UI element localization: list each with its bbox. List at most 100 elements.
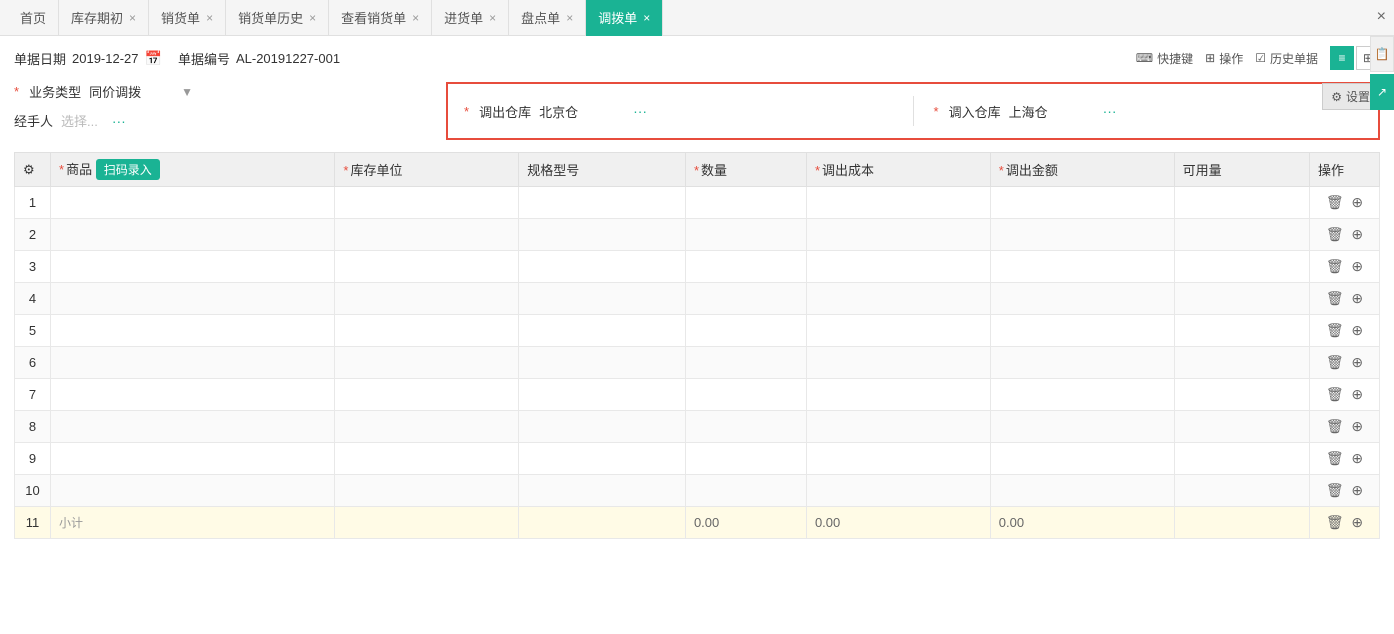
- person-more-icon[interactable]: ···: [112, 113, 126, 129]
- spec-cell[interactable]: [519, 443, 686, 475]
- available-cell[interactable]: [1174, 315, 1309, 347]
- amount-cell[interactable]: [990, 379, 1174, 411]
- product-cell[interactable]: [51, 219, 335, 251]
- cost-cell[interactable]: [806, 187, 990, 219]
- spec-cell[interactable]: [519, 347, 686, 379]
- cost-cell[interactable]: [806, 379, 990, 411]
- qty-cell[interactable]: [685, 219, 806, 251]
- delete-icon[interactable]: 🗑: [1326, 482, 1344, 498]
- spec-cell[interactable]: [519, 315, 686, 347]
- qty-cell[interactable]: [685, 187, 806, 219]
- close-window-button[interactable]: ×: [1377, 8, 1386, 26]
- tab-home[interactable]: 首页: [8, 0, 59, 36]
- qty-cell[interactable]: [685, 315, 806, 347]
- spec-cell[interactable]: [519, 219, 686, 251]
- tab-view-sales[interactable]: 查看销货单 ×: [329, 0, 432, 36]
- tab-sales-history[interactable]: 销货单历史 ×: [226, 0, 329, 36]
- product-cell[interactable]: [51, 379, 335, 411]
- unit-cell[interactable]: [335, 443, 519, 475]
- cost-cell[interactable]: [806, 251, 990, 283]
- qty-cell[interactable]: [685, 475, 806, 507]
- unit-cell[interactable]: [335, 379, 519, 411]
- scan-input-button[interactable]: 扫码录入: [96, 159, 160, 180]
- copy-icon[interactable]: ⊕: [1351, 258, 1363, 274]
- available-cell[interactable]: [1174, 283, 1309, 315]
- unit-cell[interactable]: [335, 347, 519, 379]
- unit-cell[interactable]: [335, 411, 519, 443]
- shortcut-button[interactable]: ⌨ 快捷键: [1136, 50, 1193, 67]
- product-cell[interactable]: [51, 411, 335, 443]
- copy-icon[interactable]: ⊕: [1351, 386, 1363, 402]
- copy-icon[interactable]: ⊕: [1351, 322, 1363, 338]
- amount-cell[interactable]: [990, 475, 1174, 507]
- amount-cell[interactable]: [990, 443, 1174, 475]
- view-list-button[interactable]: ≡: [1330, 46, 1354, 70]
- amount-cell[interactable]: [990, 251, 1174, 283]
- spec-cell[interactable]: [519, 251, 686, 283]
- available-cell[interactable]: [1174, 251, 1309, 283]
- copy-icon[interactable]: ⊕: [1351, 450, 1363, 466]
- product-cell[interactable]: [51, 187, 335, 219]
- copy-icon[interactable]: ⊕: [1351, 226, 1363, 242]
- copy-icon[interactable]: ⊕: [1351, 482, 1363, 498]
- spec-cell[interactable]: [519, 379, 686, 411]
- delete-icon[interactable]: 🗑: [1326, 418, 1344, 434]
- amount-cell[interactable]: [990, 283, 1174, 315]
- copy-icon[interactable]: ⊕: [1351, 418, 1363, 434]
- delete-icon[interactable]: 🗑: [1326, 514, 1344, 530]
- available-cell[interactable]: [1174, 475, 1309, 507]
- amount-cell[interactable]: [990, 219, 1174, 251]
- history-button[interactable]: ☑ 历史单据: [1255, 50, 1318, 67]
- product-cell[interactable]: [51, 315, 335, 347]
- tab-sales-order[interactable]: 销货单 ×: [149, 0, 226, 36]
- delete-icon[interactable]: 🗑: [1326, 354, 1344, 370]
- cost-cell[interactable]: [806, 475, 990, 507]
- col-settings[interactable]: ⚙: [15, 153, 51, 187]
- unit-cell[interactable]: [335, 187, 519, 219]
- cost-cell[interactable]: [806, 347, 990, 379]
- tab-inventory-init[interactable]: 库存期初 ×: [59, 0, 149, 36]
- cost-cell[interactable]: [806, 443, 990, 475]
- tab-close-purchase[interactable]: ×: [489, 11, 496, 25]
- qty-cell[interactable]: [685, 283, 806, 315]
- copy-icon[interactable]: ⊕: [1351, 290, 1363, 306]
- product-cell[interactable]: [51, 283, 335, 315]
- sidebar-expand-button[interactable]: ↗: [1370, 74, 1394, 110]
- business-type-dropdown-icon[interactable]: ▼: [181, 85, 193, 99]
- tab-inventory-check[interactable]: 盘点单 ×: [509, 0, 586, 36]
- calendar-icon[interactable]: 📅: [145, 50, 162, 67]
- sidebar-note-button[interactable]: 📋: [1370, 36, 1394, 72]
- amount-cell[interactable]: [990, 347, 1174, 379]
- unit-cell[interactable]: [335, 251, 519, 283]
- amount-cell[interactable]: [990, 187, 1174, 219]
- copy-icon[interactable]: ⊕: [1351, 514, 1363, 530]
- spec-cell[interactable]: [519, 411, 686, 443]
- amount-cell[interactable]: [990, 315, 1174, 347]
- spec-cell[interactable]: [519, 187, 686, 219]
- tab-close-transfer[interactable]: ×: [643, 11, 650, 25]
- cost-cell[interactable]: [806, 283, 990, 315]
- tab-transfer[interactable]: 调拨单 ×: [586, 0, 663, 36]
- tab-close-inventory-check[interactable]: ×: [566, 11, 573, 25]
- delete-icon[interactable]: 🗑: [1326, 450, 1344, 466]
- tab-purchase[interactable]: 进货单 ×: [432, 0, 509, 36]
- tab-close-inventory-init[interactable]: ×: [129, 11, 136, 25]
- available-cell[interactable]: [1174, 347, 1309, 379]
- unit-cell[interactable]: [335, 283, 519, 315]
- delete-icon[interactable]: 🗑: [1326, 322, 1344, 338]
- out-warehouse-more-icon[interactable]: ···: [633, 103, 647, 119]
- available-cell[interactable]: [1174, 379, 1309, 411]
- in-warehouse-more-icon[interactable]: ···: [1103, 103, 1117, 119]
- delete-icon[interactable]: 🗑: [1326, 258, 1344, 274]
- available-cell[interactable]: [1174, 411, 1309, 443]
- tab-close-view-sales[interactable]: ×: [412, 11, 419, 25]
- tab-close-sales-order[interactable]: ×: [206, 11, 213, 25]
- cost-cell[interactable]: [806, 219, 990, 251]
- product-cell[interactable]: [51, 475, 335, 507]
- copy-icon[interactable]: ⊕: [1351, 354, 1363, 370]
- available-cell[interactable]: [1174, 219, 1309, 251]
- cost-cell[interactable]: [806, 411, 990, 443]
- cost-cell[interactable]: [806, 315, 990, 347]
- qty-cell[interactable]: [685, 347, 806, 379]
- copy-icon[interactable]: ⊕: [1351, 194, 1363, 210]
